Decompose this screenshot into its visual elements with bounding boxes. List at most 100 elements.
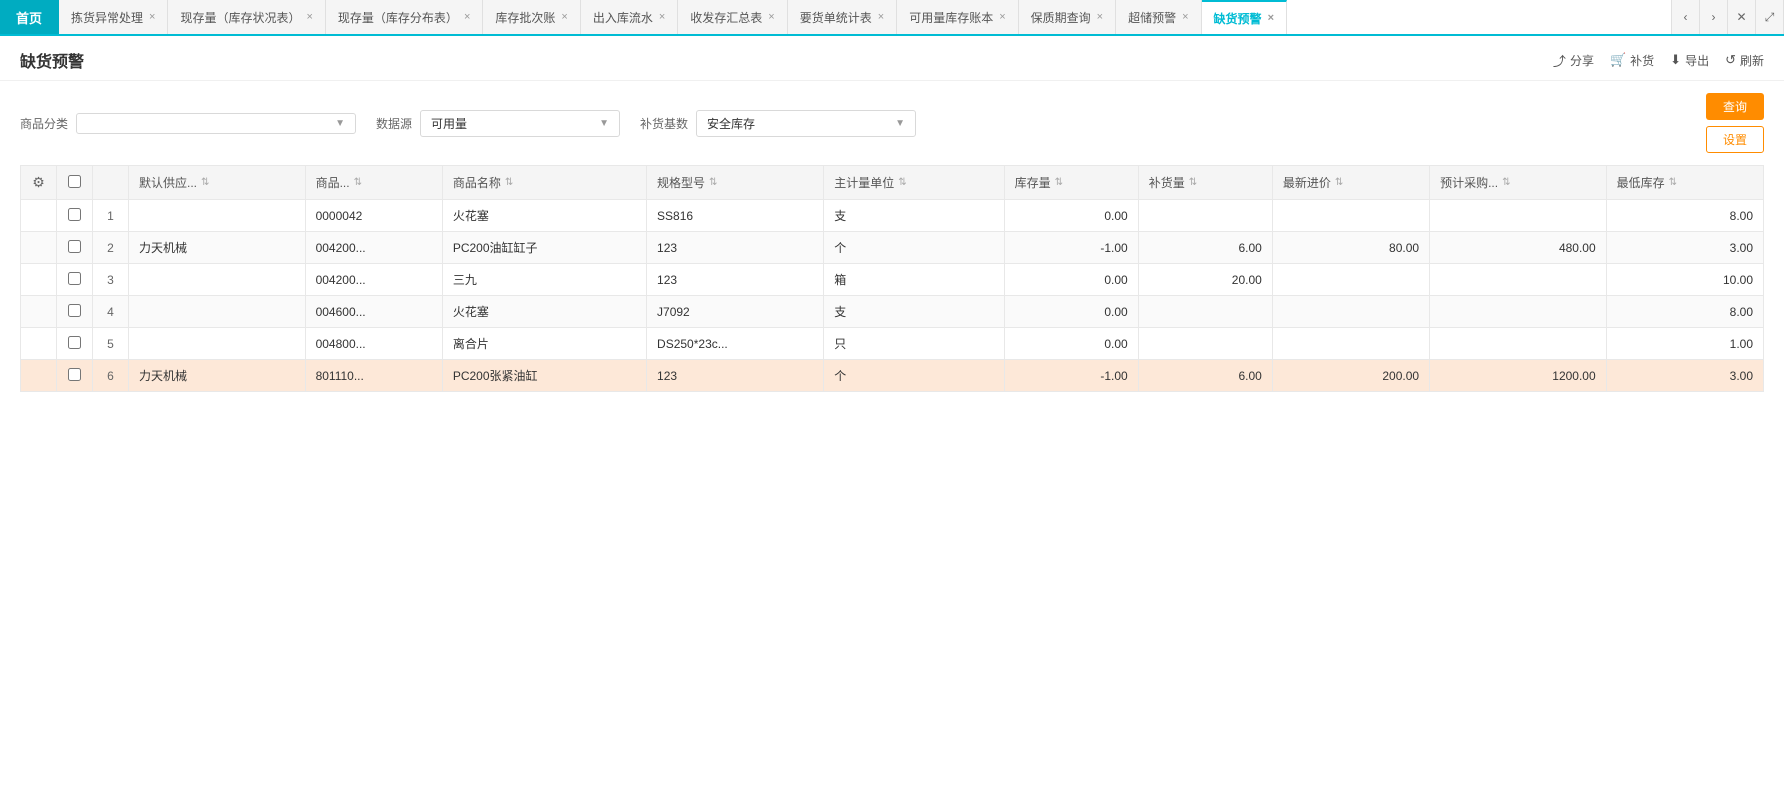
th-product-name-label: 商品名称 bbox=[453, 174, 501, 191]
td-checkbox[interactable] bbox=[57, 328, 93, 360]
tab-home[interactable]: 首页 bbox=[0, 0, 59, 34]
close-icon[interactable]: × bbox=[1097, 11, 1103, 23]
th-estimated-purchase[interactable]: 预计采购... ⇅ bbox=[1430, 166, 1607, 200]
th-spec[interactable]: 规格型号 ⇅ bbox=[647, 166, 824, 200]
category-filter-group: 商品分类 ▼ bbox=[20, 113, 356, 134]
close-icon[interactable]: × bbox=[149, 11, 155, 23]
row-checkbox[interactable] bbox=[68, 368, 81, 381]
td-product-code: 004200... bbox=[305, 232, 442, 264]
replenish-base-filter-group: 补货基数 安全库存 ▼ bbox=[640, 110, 916, 137]
td-checkbox[interactable] bbox=[57, 360, 93, 392]
tab-collect-account[interactable]: 收发存汇总表 × bbox=[678, 0, 787, 34]
export-button[interactable]: ⬇ 导出 bbox=[1670, 52, 1709, 69]
td-settings bbox=[21, 264, 57, 296]
th-product-code[interactable]: 商品... ⇅ bbox=[305, 166, 442, 200]
sort-icon: ⇅ bbox=[201, 177, 209, 188]
td-checkbox[interactable] bbox=[57, 296, 93, 328]
tab-inout-flow[interactable]: 出入库流水 × bbox=[581, 0, 678, 34]
td-checkbox[interactable] bbox=[57, 232, 93, 264]
row-checkbox[interactable] bbox=[68, 336, 81, 349]
share-button[interactable]: ⤴ 分享 bbox=[1553, 51, 1594, 70]
sort-icon: ⇅ bbox=[354, 177, 362, 188]
tab-order-stats[interactable]: 要货单统计表 × bbox=[788, 0, 897, 34]
td-product-name: PC200张紧油缸 bbox=[442, 360, 646, 392]
datasource-select[interactable]: 可用量 ▼ bbox=[420, 110, 620, 137]
td-product-code: 004800... bbox=[305, 328, 442, 360]
tab-inout-flow-label: 出入库流水 bbox=[593, 9, 653, 26]
td-stock: -1.00 bbox=[1004, 360, 1138, 392]
sort-icon: ⇅ bbox=[1055, 177, 1063, 188]
th-min-stock[interactable]: 最低库存 ⇅ bbox=[1606, 166, 1763, 200]
tab-exception[interactable]: 拣货异常处理 × bbox=[59, 0, 168, 34]
td-replenish: 6.00 bbox=[1138, 232, 1272, 264]
th-row-num bbox=[93, 166, 129, 200]
th-estimated-purchase-label: 预计采购... bbox=[1440, 174, 1498, 191]
tab-batch-account[interactable]: 库存批次账 × bbox=[483, 0, 580, 34]
th-product-name[interactable]: 商品名称 ⇅ bbox=[442, 166, 646, 200]
close-icon[interactable]: × bbox=[878, 11, 884, 23]
td-row-num: 5 bbox=[93, 328, 129, 360]
td-unit: 个 bbox=[824, 360, 1004, 392]
datasource-select-value: 可用量 bbox=[431, 115, 467, 132]
query-button[interactable]: 查询 bbox=[1706, 93, 1764, 120]
close-icon[interactable]: × bbox=[999, 11, 1005, 23]
replenish-base-select[interactable]: 安全库存 ▼ bbox=[696, 110, 916, 137]
replenish-button[interactable]: 🛒 补货 bbox=[1610, 52, 1654, 69]
close-icon[interactable]: × bbox=[768, 11, 774, 23]
data-table: ⚙ 默认供应... ⇅ 商品... bbox=[20, 165, 1764, 392]
th-latest-price[interactable]: 最新进价 ⇅ bbox=[1272, 166, 1429, 200]
th-stock[interactable]: 库存量 ⇅ bbox=[1004, 166, 1138, 200]
td-min-stock: 1.00 bbox=[1606, 328, 1763, 360]
td-spec: 123 bbox=[647, 232, 824, 264]
td-estimated-purchase bbox=[1430, 328, 1607, 360]
row-checkbox[interactable] bbox=[68, 304, 81, 317]
td-checkbox[interactable] bbox=[57, 264, 93, 296]
tab-available-ledger-label: 可用量库存账本 bbox=[909, 9, 993, 26]
close-icon[interactable]: × bbox=[659, 11, 665, 23]
select-all-checkbox[interactable] bbox=[68, 175, 81, 188]
datasource-filter-group: 数据源 可用量 ▼ bbox=[376, 110, 620, 137]
close-icon[interactable]: × bbox=[306, 11, 312, 23]
tab-overstock[interactable]: 超储预警 × bbox=[1116, 0, 1201, 34]
close-icon[interactable]: × bbox=[1182, 11, 1188, 23]
row-checkbox[interactable] bbox=[68, 208, 81, 221]
th-supplier[interactable]: 默认供应... ⇅ bbox=[129, 166, 306, 200]
tab-expiry-query[interactable]: 保质期查询 × bbox=[1019, 0, 1116, 34]
table-row: 6 力天机械 801110... PC200张紧油缸 123 个 -1.00 6… bbox=[21, 360, 1764, 392]
table-row: 4 004600... 火花塞 J7092 支 0.00 8.00 bbox=[21, 296, 1764, 328]
td-min-stock: 3.00 bbox=[1606, 360, 1763, 392]
sort-icon: ⇅ bbox=[505, 177, 513, 188]
td-settings bbox=[21, 328, 57, 360]
th-unit[interactable]: 主计量单位 ⇅ bbox=[824, 166, 1004, 200]
th-replenish[interactable]: 补货量 ⇅ bbox=[1138, 166, 1272, 200]
refresh-button[interactable]: ↺ 刷新 bbox=[1725, 52, 1764, 69]
td-unit: 个 bbox=[824, 232, 1004, 264]
tab-scroll-right-button[interactable]: › bbox=[1700, 0, 1728, 35]
td-product-code: 004600... bbox=[305, 296, 442, 328]
td-product-code: 0000042 bbox=[305, 200, 442, 232]
row-checkbox[interactable] bbox=[68, 272, 81, 285]
th-settings[interactable]: ⚙ bbox=[21, 166, 57, 200]
close-icon[interactable]: × bbox=[464, 11, 470, 23]
tab-scroll-left-button[interactable]: ‹ bbox=[1672, 0, 1700, 35]
td-spec: SS816 bbox=[647, 200, 824, 232]
close-icon[interactable]: × bbox=[561, 11, 567, 23]
tab-maximize-button[interactable]: ⤢ bbox=[1756, 0, 1784, 35]
tab-inventory-status[interactable]: 现存量（库存状况表） × bbox=[168, 0, 325, 34]
th-checkbox[interactable] bbox=[57, 166, 93, 200]
tab-inventory-dist[interactable]: 现存量（库存分布表） × bbox=[326, 0, 483, 34]
close-icon[interactable]: × bbox=[1268, 12, 1274, 24]
td-row-num: 3 bbox=[93, 264, 129, 296]
td-settings bbox=[21, 360, 57, 392]
td-checkbox[interactable] bbox=[57, 200, 93, 232]
tab-close-all-button[interactable]: ✕ bbox=[1728, 0, 1756, 35]
row-checkbox[interactable] bbox=[68, 240, 81, 253]
replenish-base-label: 补货基数 bbox=[640, 115, 688, 132]
tab-shortage[interactable]: 缺货预警 × bbox=[1202, 0, 1287, 34]
th-min-stock-label: 最低库存 bbox=[1617, 174, 1665, 191]
tab-available-ledger[interactable]: 可用量库存账本 × bbox=[897, 0, 1018, 34]
category-select[interactable]: ▼ bbox=[76, 113, 356, 134]
page-header: 缺货预警 ⤴ 分享 🛒 补货 ⬇ 导出 ↺ 刷新 bbox=[0, 36, 1784, 81]
settings-icon[interactable]: ⚙ bbox=[32, 174, 45, 190]
settings-button[interactable]: 设置 bbox=[1706, 126, 1764, 153]
